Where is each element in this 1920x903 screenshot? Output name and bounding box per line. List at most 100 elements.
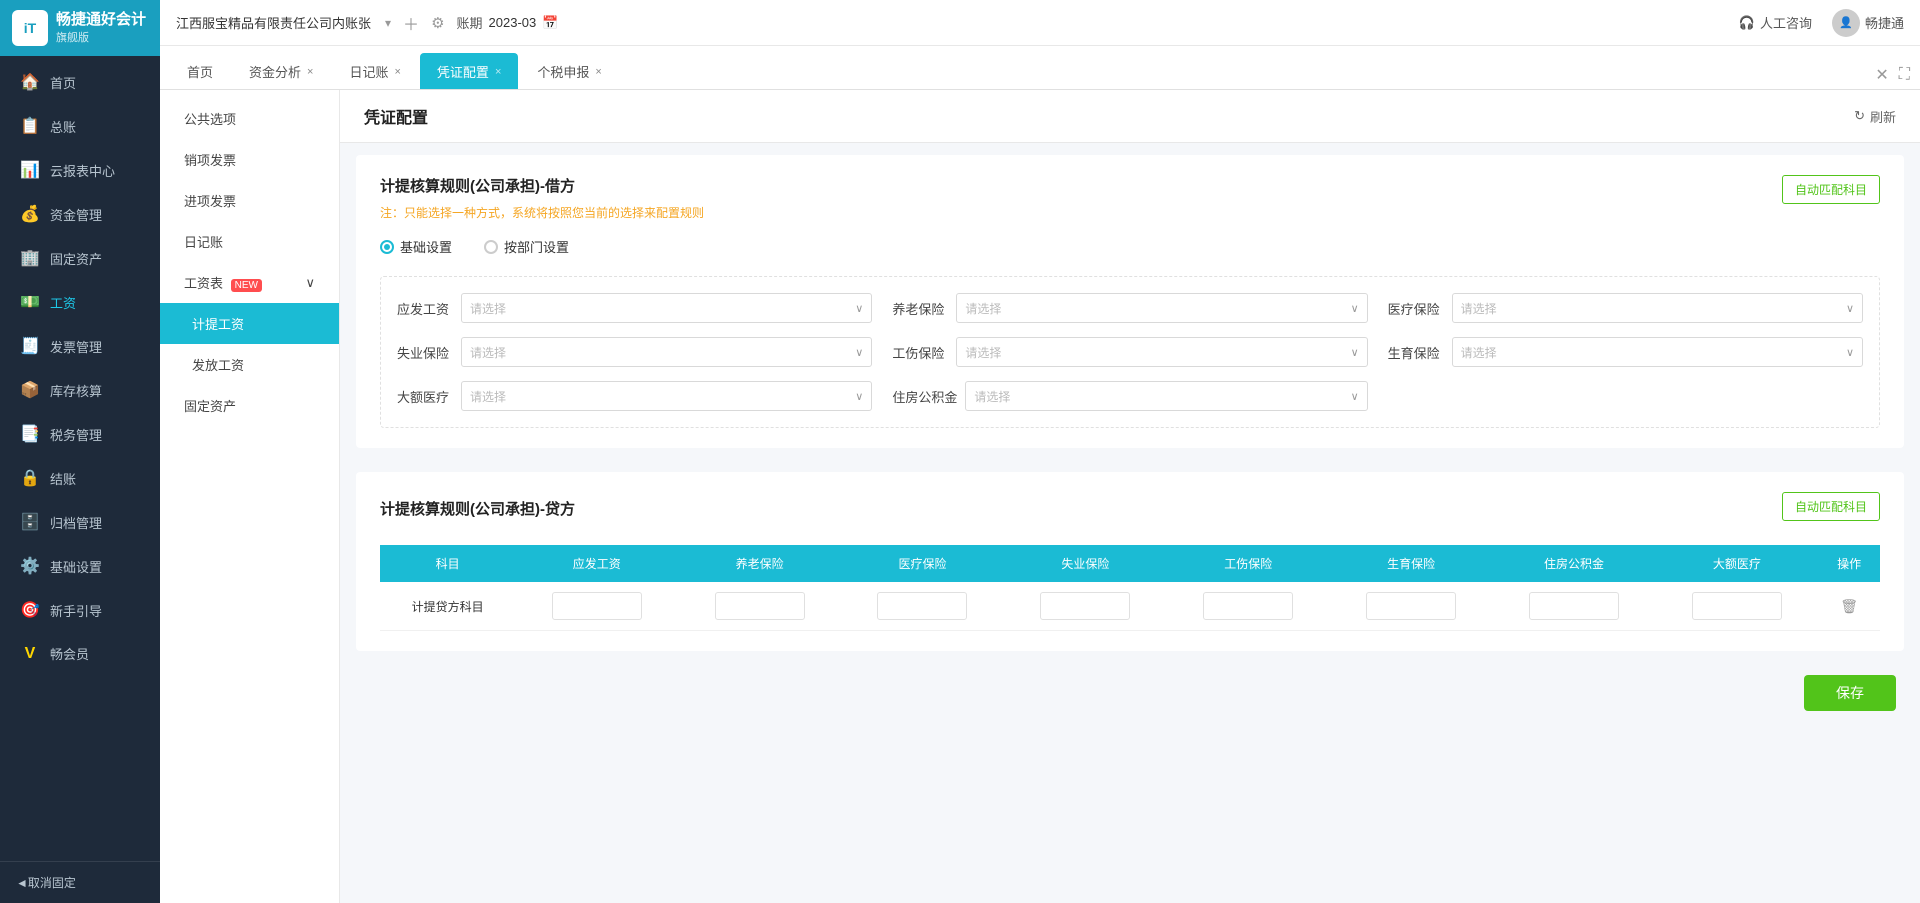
add-company-icon[interactable]: ＋: [403, 11, 419, 35]
maternity-dropdown-icon: ∨: [1846, 346, 1854, 359]
input-housing-fund[interactable]: [1529, 592, 1619, 620]
radio-dept[interactable]: 按部门设置: [484, 237, 569, 256]
input-large-medical[interactable]: [1692, 592, 1782, 620]
input-pension[interactable]: [715, 592, 805, 620]
customer-service[interactable]: 🎧 人工咨询: [1739, 13, 1812, 32]
col-pension: 养老保险: [678, 545, 841, 582]
menu-fixed-assets[interactable]: 固定资产: [160, 385, 339, 426]
main-area: 江西服宝精品有限责任公司内账张 ▾ ＋ ⚙ 账期 2023-03 📅 🎧 人工咨…: [160, 0, 1920, 903]
large-medical-select[interactable]: 请选择 ∨: [461, 381, 872, 411]
menu-sales[interactable]: 销项发票: [160, 139, 339, 180]
avatar: 👤: [1832, 9, 1860, 37]
inventory-icon: 📦: [20, 380, 40, 400]
sidebar-item-tax[interactable]: 📑 税务管理: [0, 412, 160, 456]
tab-journal-close[interactable]: ×: [394, 66, 400, 78]
sidebar-item-invoice[interactable]: 🧾 发票管理: [0, 324, 160, 368]
user-menu[interactable]: 👤 畅捷通: [1832, 9, 1904, 37]
menu-accrue[interactable]: 计提工资: [160, 303, 339, 344]
sidebar-item-home[interactable]: 🏠 首页: [0, 60, 160, 104]
sidebar-logo[interactable]: iT 畅捷通好会计 旗舰版: [0, 0, 160, 56]
field-medical: 医疗保险 请选择 ∨: [1388, 293, 1863, 323]
input-medical[interactable]: [877, 592, 967, 620]
sidebar-item-settings[interactable]: ⚙️ 基础设置: [0, 544, 160, 588]
sidebar-item-salary[interactable]: 💵 工资: [0, 280, 160, 324]
pension-select[interactable]: 请选择 ∨: [956, 293, 1367, 323]
sidebar-item-ledger[interactable]: 📋 总账: [0, 104, 160, 148]
tab-tax-label: 个税申报: [537, 62, 589, 81]
sidebar-item-label: 首页: [50, 73, 76, 92]
settings-gear-icon[interactable]: ⚙: [431, 14, 444, 32]
radio-dept-label: 按部门设置: [504, 237, 569, 256]
tab-fund-close[interactable]: ×: [307, 66, 313, 78]
assets-icon: 🏢: [20, 248, 40, 268]
field-unemployment: 失业保险 请选择 ∨: [397, 337, 872, 367]
pension-label: 养老保险: [892, 299, 948, 318]
table-row: 计提贷方科目 🗑: [380, 582, 1880, 631]
work-injury-label: 工伤保险: [892, 343, 948, 362]
tab-fund-label: 资金分析: [249, 62, 301, 81]
credit-auto-match-button[interactable]: 自动匹配科目: [1782, 492, 1880, 521]
save-button[interactable]: 保存: [1804, 675, 1896, 711]
radio-basic[interactable]: 基础设置: [380, 237, 452, 256]
tab-tax[interactable]: 个税申报 ×: [520, 53, 618, 89]
maternity-select[interactable]: 请选择 ∨: [1452, 337, 1863, 367]
input-maternity[interactable]: [1366, 592, 1456, 620]
housing-fund-placeholder: 请选择: [974, 388, 1010, 405]
tab-voucher-label: 凭证配置: [437, 62, 489, 81]
housing-fund-select[interactable]: 请选择 ∨: [965, 381, 1367, 411]
period-selector: 账期 2023-03 📅: [457, 13, 559, 32]
sidebar-item-label: 基础设置: [50, 557, 102, 576]
input-salary[interactable]: [552, 592, 642, 620]
salary-icon: 💵: [20, 292, 40, 312]
sidebar: iT 畅捷通好会计 旗舰版 🏠 首页 📋 总账 📊 云报表中心 💰 资金管理 🏢…: [0, 0, 160, 903]
tab-journal[interactable]: 日记账 ×: [332, 53, 417, 89]
menu-purchase[interactable]: 进项发票: [160, 180, 339, 221]
sidebar-item-label: 发票管理: [50, 337, 102, 356]
cell-large-medical: [1655, 582, 1818, 631]
sidebar-item-label: 库存核算: [50, 381, 102, 400]
delete-row-icon[interactable]: 🗑: [1840, 598, 1858, 614]
sidebar-item-reports[interactable]: 📊 云报表中心: [0, 148, 160, 192]
tab-fund[interactable]: 资金分析 ×: [232, 53, 330, 89]
unemployment-select[interactable]: 请选择 ∨: [461, 337, 872, 367]
sidebar-item-fund[interactable]: 💰 资金管理: [0, 192, 160, 236]
tax-icon: 📑: [20, 424, 40, 444]
field-housing-fund: 住房公积金 请选择 ∨: [892, 381, 1367, 411]
tab-voucher-close[interactable]: ×: [495, 66, 501, 78]
sidebar-item-close[interactable]: 🔒 结账: [0, 456, 160, 500]
col-unemployment: 失业保险: [1004, 545, 1167, 582]
tab-home[interactable]: 首页: [170, 53, 230, 89]
calendar-icon[interactable]: 📅: [542, 15, 558, 31]
salary-select[interactable]: 请选择 ∨: [461, 293, 872, 323]
expand-icon[interactable]: ⛶: [1899, 66, 1910, 84]
refresh-button[interactable]: ↻ 刷新: [1854, 107, 1896, 126]
input-work-injury[interactable]: [1203, 592, 1293, 620]
housing-fund-dropdown-icon: ∨: [1351, 390, 1359, 403]
work-injury-select[interactable]: 请选择 ∨: [956, 337, 1367, 367]
tab-tax-close[interactable]: ×: [595, 66, 601, 78]
medical-select[interactable]: 请选择 ∨: [1452, 293, 1863, 323]
period-value[interactable]: 2023-03: [489, 15, 537, 30]
close-tab-icon[interactable]: ✕: [1875, 65, 1888, 85]
col-salary: 应发工资: [515, 545, 678, 582]
col-large-medical: 大额医疗: [1655, 545, 1818, 582]
sidebar-item-inventory[interactable]: 📦 库存核算: [0, 368, 160, 412]
menu-public[interactable]: 公共选项: [160, 98, 339, 139]
sidebar-item-assets[interactable]: 🏢 固定资产: [0, 236, 160, 280]
sidebar-item-vip[interactable]: V 畅会员: [0, 632, 160, 675]
menu-journal[interactable]: 日记账: [160, 221, 339, 262]
menu-payroll-table[interactable]: 工资表 NEW ∨: [160, 262, 339, 303]
debit-section-note: 注：只能选择一种方式，系统将按照您当前的选择来配置规则: [380, 204, 1880, 221]
sidebar-item-guide[interactable]: 🎯 新手引导: [0, 588, 160, 632]
tab-voucher[interactable]: 凭证配置 ×: [420, 53, 518, 89]
menu-pay[interactable]: 发放工资: [160, 344, 339, 385]
input-unemployment[interactable]: [1040, 592, 1130, 620]
sidebar-item-archive[interactable]: 🗄️ 归档管理: [0, 500, 160, 544]
menu-payroll-label: 工资表 NEW: [184, 273, 262, 292]
company-dropdown-icon[interactable]: ▾: [385, 16, 391, 30]
debit-auto-match-button[interactable]: 自动匹配科目: [1782, 175, 1880, 204]
sidebar-unpin[interactable]: ◄取消固定: [0, 861, 160, 903]
menu-accrue-label: 计提工资: [192, 314, 244, 333]
housing-fund-label: 住房公积金: [892, 387, 957, 406]
sidebar-item-label: 资金管理: [50, 205, 102, 224]
